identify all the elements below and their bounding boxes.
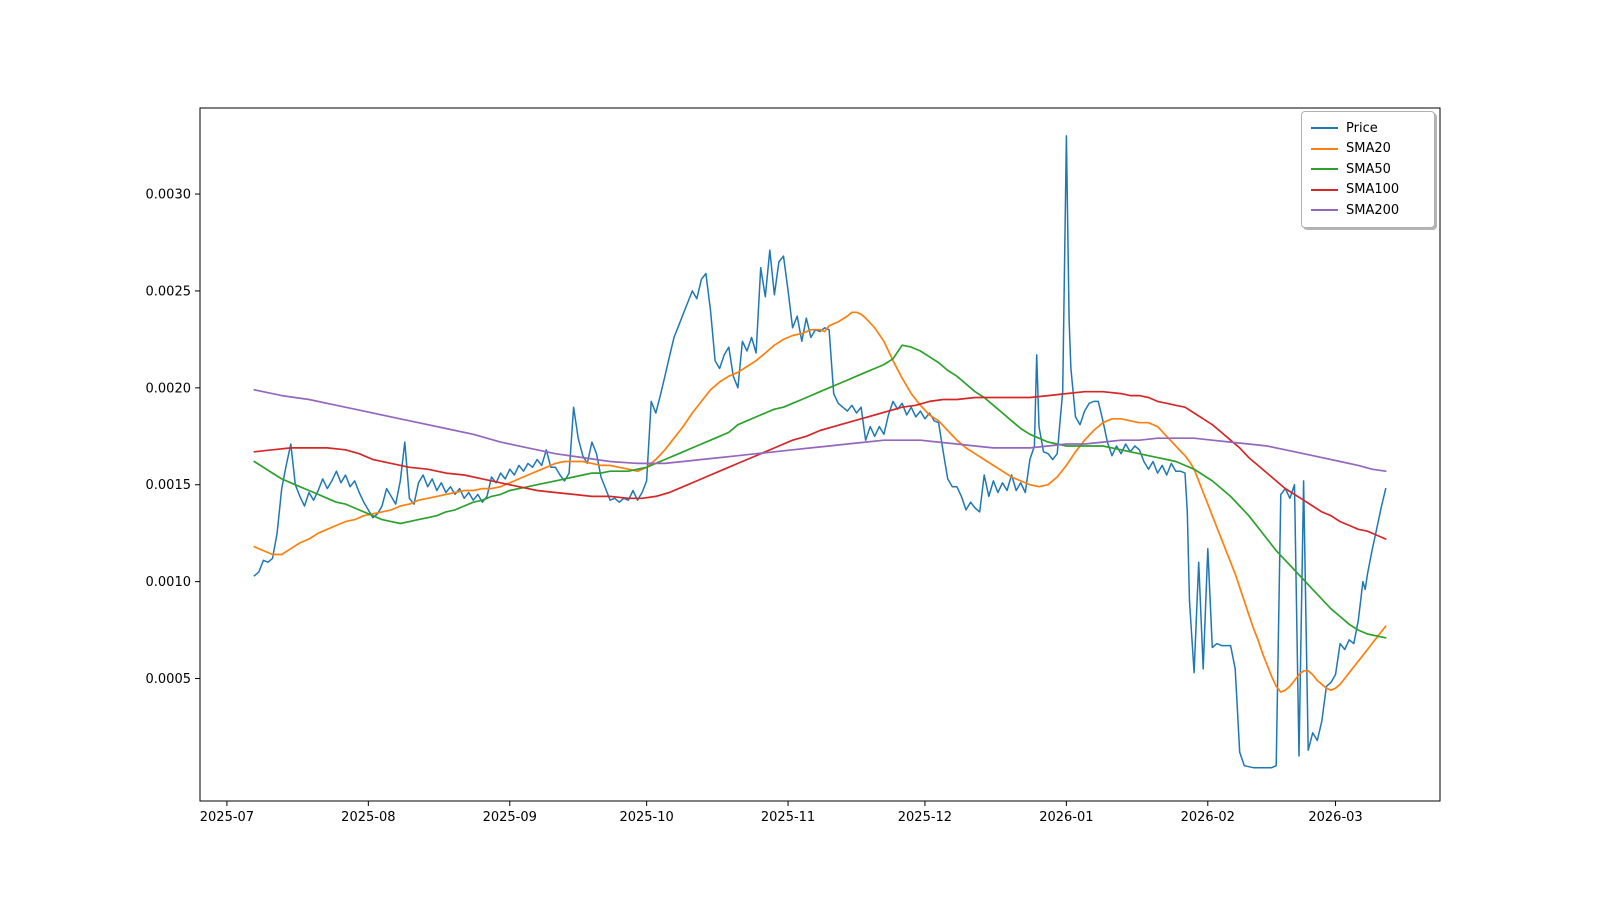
legend-label: Price <box>1346 120 1378 136</box>
legend-line-swatch <box>1311 147 1338 150</box>
x-tick-label: 2025-08 <box>341 810 395 825</box>
series-line-sma100 <box>253 390 1387 540</box>
legend-line-swatch <box>1311 127 1338 130</box>
legend-line-swatch <box>1311 188 1338 191</box>
y-tick-label: 0.0005 <box>146 672 192 687</box>
series-line-sma20 <box>253 311 1387 693</box>
x-tick-label: 2026-01 <box>1039 810 1093 825</box>
legend-label: SMA20 <box>1346 141 1391 157</box>
legend-line-swatch <box>1311 209 1338 212</box>
y-tick-label: 0.0015 <box>146 478 192 493</box>
y-tick-label: 0.0030 <box>146 188 192 203</box>
legend-line-swatch <box>1311 168 1338 171</box>
x-tick-label: 2025-11 <box>761 810 815 825</box>
legend-entry-sma100: SMA100 <box>1311 180 1424 201</box>
x-tick-label: 2025-12 <box>898 810 952 825</box>
legend: Price SMA20 SMA50 SMA100 SMA200 <box>1301 111 1435 228</box>
x-tick-label: 2025-07 <box>200 810 254 825</box>
x-tick-label: 2026-03 <box>1308 810 1362 825</box>
y-tick-label: 0.0010 <box>146 575 192 590</box>
legend-entry-sma200: SMA200 <box>1311 200 1424 221</box>
x-tick-label: 2025-09 <box>483 810 537 825</box>
x-tick-label: 2025-10 <box>619 810 673 825</box>
legend-label: SMA100 <box>1346 182 1400 198</box>
legend-label: SMA50 <box>1346 161 1391 177</box>
legend-entry-sma50: SMA50 <box>1311 159 1424 180</box>
legend-label: SMA200 <box>1346 202 1400 218</box>
series-line-price <box>253 135 1387 769</box>
figure: 2025-07 2025-08 2025-09 2025-10 2025-11 2025-… <box>0 0 1600 900</box>
legend-entry-sma20: SMA20 <box>1311 139 1424 160</box>
x-tick-label: 2026-02 <box>1181 810 1235 825</box>
y-tick-label: 0.0020 <box>146 381 192 396</box>
series-line-sma50 <box>253 344 1387 639</box>
legend-entry-price: Price <box>1311 118 1424 139</box>
y-tick-label: 0.0025 <box>146 284 192 299</box>
plot-frame <box>199 107 1441 802</box>
